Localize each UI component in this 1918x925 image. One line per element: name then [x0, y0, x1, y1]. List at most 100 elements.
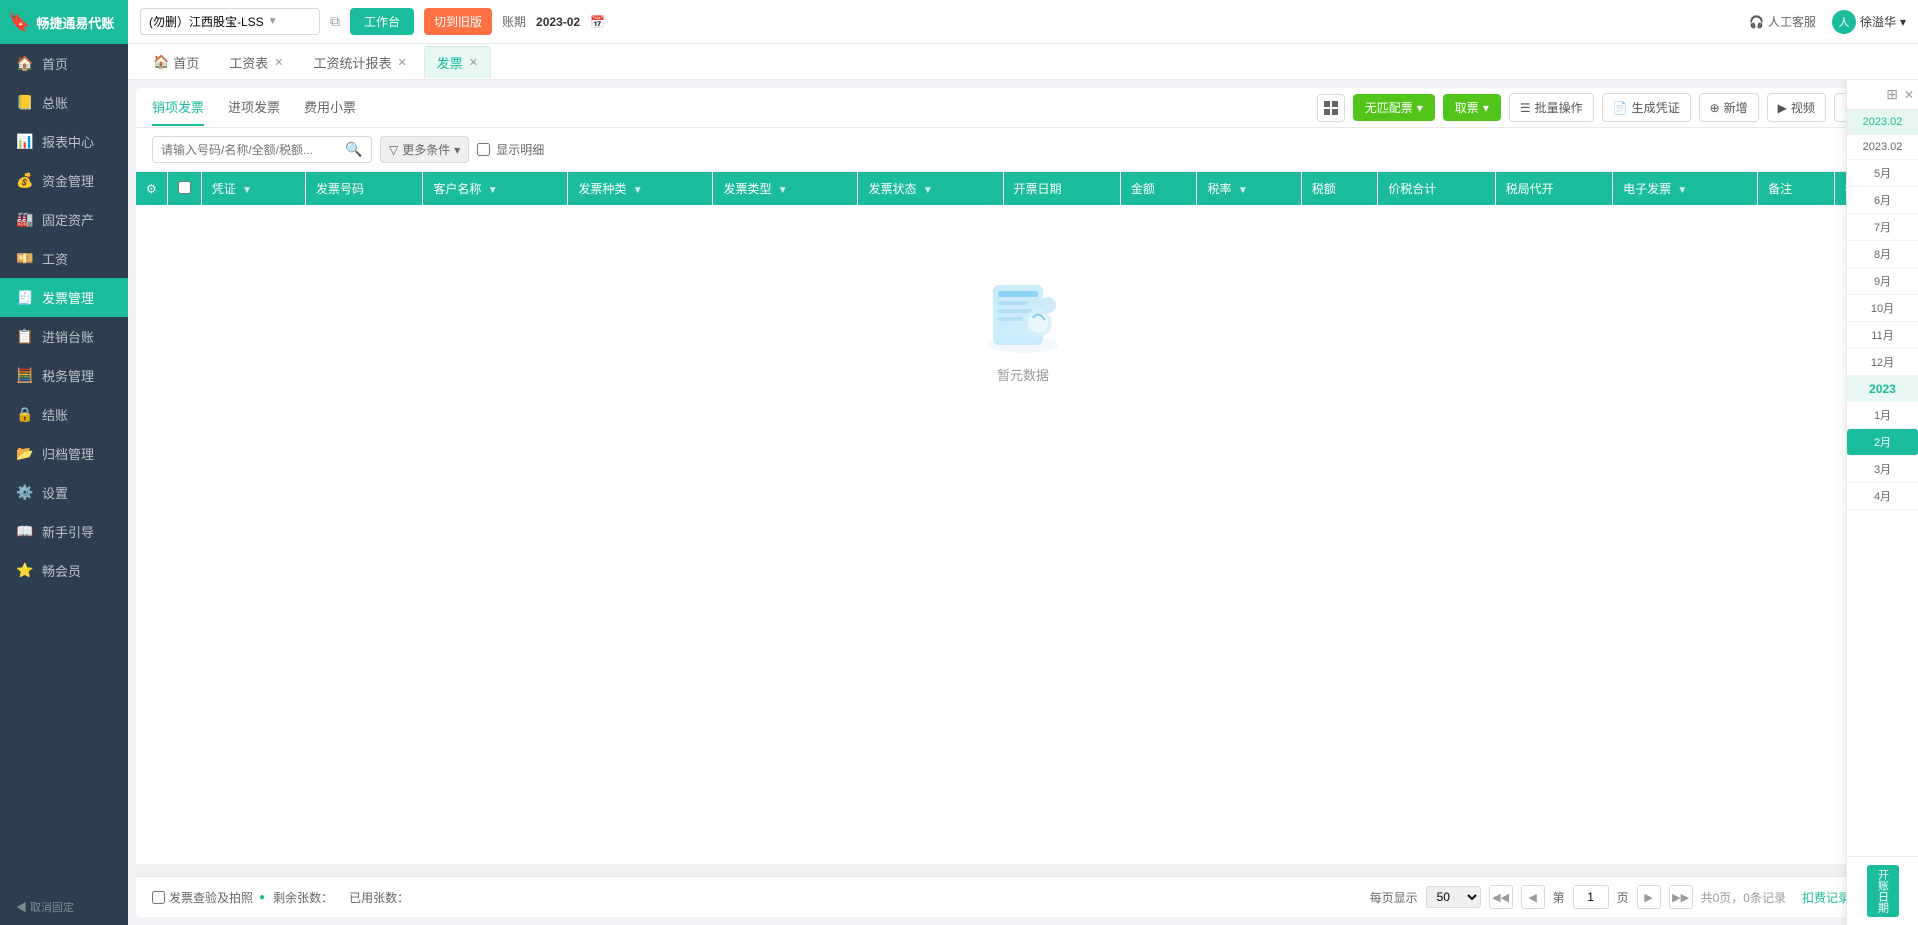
batch-op-button[interactable]: ☰ 批量操作: [1509, 93, 1594, 122]
voucher-icon: 📄: [1613, 101, 1628, 115]
filter-toolbar: 🔍 ▽ 更多条件 ▾ 显示明细: [136, 128, 1910, 172]
period-month-2023-1[interactable]: 1月: [1847, 402, 1918, 429]
select-all-checkbox[interactable]: [178, 181, 191, 194]
invoice-status-filter-icon[interactable]: ▼: [923, 185, 933, 196]
topbar-right: 🎧 人工客服 人 徐溢华 ▾: [1749, 10, 1906, 34]
empty-illustration: [963, 265, 1083, 365]
sidebar-item-ledger[interactable]: 📒 总账: [0, 83, 128, 122]
tax-rate-filter-icon[interactable]: ▼: [1238, 185, 1248, 196]
sidebar-item-member[interactable]: ⭐ 畅会员: [0, 551, 128, 590]
col-amount: 金额: [1120, 172, 1197, 205]
period-month-2022-7[interactable]: 7月: [1847, 214, 1918, 241]
pin-toggle[interactable]: ◀ 取消固定: [0, 889, 128, 925]
search-icon[interactable]: 🔍: [345, 141, 362, 158]
period-year-2023-header[interactable]: 2023: [1847, 376, 1918, 402]
tab-salary[interactable]: 工资表 ✕: [216, 46, 296, 78]
take-invoice-button[interactable]: 取票 ▾: [1443, 94, 1501, 121]
fee-record-link[interactable]: 扣费记录: [1802, 889, 1850, 906]
copy-icon[interactable]: ⧉: [330, 13, 340, 30]
customer-filter-icon[interactable]: ▼: [488, 185, 498, 196]
period-month-2022-12[interactable]: 12月: [1847, 349, 1918, 376]
period-month-2023-2[interactable]: 2月: [1847, 429, 1918, 456]
period-item-2023-02-2[interactable]: 2023.02: [1847, 135, 1918, 160]
sidebar-item-sales[interactable]: 📋 进销台账: [0, 317, 128, 356]
col-electronic: 电子发票 ▼: [1613, 172, 1758, 205]
workbench-button[interactable]: 工作台: [350, 8, 414, 35]
video-button[interactable]: ▶ 视频: [1767, 93, 1826, 122]
electronic-filter-icon[interactable]: ▼: [1677, 185, 1687, 196]
logo-icon: 🔖: [8, 12, 30, 33]
subtab-sales-invoice[interactable]: 销项发票: [152, 89, 204, 126]
search-input[interactable]: [161, 143, 341, 157]
period-month-2022-10[interactable]: 10月: [1847, 295, 1918, 322]
assets-icon: 🏭: [16, 211, 34, 228]
generate-voucher-button[interactable]: 📄 生成凭证: [1602, 93, 1691, 122]
new-invoice-button[interactable]: ⊕ 新增: [1699, 93, 1759, 122]
col-checkbox[interactable]: [167, 172, 201, 205]
sidebar-item-settings[interactable]: ⚙️ 设置: [0, 473, 128, 512]
period-month-2023-4[interactable]: 4月: [1847, 483, 1918, 510]
period-item-2023-02-1[interactable]: 2023.02: [1847, 110, 1918, 135]
company-selector[interactable]: (勿删）江西股宝-LSS ▼: [140, 8, 320, 35]
sidebar-item-guide[interactable]: 📖 新手引导: [0, 512, 128, 551]
user-service-button[interactable]: 🎧 人工客服: [1749, 13, 1816, 30]
col-settings[interactable]: ⚙: [136, 172, 167, 205]
layout-grid-button[interactable]: [1317, 94, 1345, 122]
invoice-cat-filter-icon[interactable]: ▼: [778, 185, 788, 196]
col-settings-icon[interactable]: ⚙: [146, 182, 157, 196]
no-invoice-button[interactable]: 无匹配票 ▾: [1353, 94, 1435, 121]
content-main: 销项发票 进项发票 费用小票: [136, 88, 1910, 917]
verify-input[interactable]: [152, 891, 165, 904]
calendar-icon[interactable]: 📅: [590, 15, 605, 29]
subtab-expense-receipt[interactable]: 费用小票: [304, 89, 356, 126]
col-invoice-no: 发票号码: [305, 172, 422, 205]
col-issue-date: 开票日期: [1003, 172, 1120, 205]
user-avatar-icon: 人: [1832, 10, 1856, 34]
ledger-icon: 📒: [16, 94, 34, 111]
sidebar-item-salary[interactable]: 💴 工资: [0, 239, 128, 278]
tab-salary-report[interactable]: 工资统计报表 ✕: [300, 46, 419, 78]
sidebar-item-invoice[interactable]: 🧾 发票管理: [0, 278, 128, 317]
expand-panel-icon[interactable]: ⊞: [1886, 86, 1898, 103]
user-dropdown-icon: ▾: [1900, 15, 1906, 29]
topbar: (勿删）江西股宝-LSS ▼ ⧉ 工作台 切到旧版 账期 2023-02 📅 🎧…: [128, 0, 1918, 44]
col-invoice-status: 发票状态 ▼: [858, 172, 1003, 205]
sidebar-item-fund[interactable]: 💰 资金管理: [0, 161, 128, 200]
tab-salary-report-close[interactable]: ✕: [397, 56, 406, 69]
sidebar-logo: 🔖 畅捷通易代账: [0, 0, 128, 44]
next-page-button[interactable]: ▶: [1637, 885, 1661, 909]
last-page-button[interactable]: ▶▶: [1669, 885, 1693, 909]
period-month-2022-5[interactable]: 5月: [1847, 160, 1918, 187]
period-month-2022-6[interactable]: 6月: [1847, 187, 1918, 214]
sidebar-item-assets[interactable]: 🏭 固定资产: [0, 200, 128, 239]
sidebar-item-tax[interactable]: 🧮 税务管理: [0, 356, 128, 395]
open-period-button[interactable]: 开账日期: [1847, 856, 1918, 925]
period-month-2022-8[interactable]: 8月: [1847, 241, 1918, 268]
period-month-2022-11[interactable]: 11月: [1847, 322, 1918, 349]
tab-home[interactable]: 🏠 首页: [140, 46, 212, 78]
show-detail-checkbox[interactable]: 显示明细: [477, 141, 544, 158]
tab-invoice-close[interactable]: ✕: [469, 56, 478, 69]
sidebar-item-archive[interactable]: 📂 归档管理: [0, 434, 128, 473]
tab-salary-close[interactable]: ✕: [274, 56, 283, 69]
period-month-2023-3[interactable]: 3月: [1847, 456, 1918, 483]
user-info[interactable]: 人 徐溢华 ▾: [1832, 10, 1906, 34]
tab-invoice[interactable]: 发票 ✕: [424, 46, 491, 78]
table-scrollbar[interactable]: [136, 864, 1910, 876]
show-detail-input[interactable]: [477, 143, 490, 156]
subtab-purchase-invoice[interactable]: 进项发票: [228, 89, 280, 126]
prev-page-button[interactable]: ◀: [1521, 885, 1545, 909]
first-page-button[interactable]: ◀◀: [1489, 885, 1513, 909]
sidebar-item-home[interactable]: 🏠 首页: [0, 44, 128, 83]
old-version-button[interactable]: 切到旧版: [424, 8, 492, 35]
sidebar-item-closing[interactable]: 🔒 结账: [0, 395, 128, 434]
verify-checkbox[interactable]: 发票查验及拍照 ●: [152, 889, 265, 906]
invoice-type-filter-icon[interactable]: ▼: [633, 185, 643, 196]
period-month-2022-9[interactable]: 9月: [1847, 268, 1918, 295]
page-input[interactable]: [1573, 885, 1609, 909]
sidebar-item-report[interactable]: 📊 报表中心: [0, 122, 128, 161]
voucher-filter-icon[interactable]: ▼: [242, 185, 252, 196]
more-conditions-button[interactable]: ▽ 更多条件 ▾: [380, 136, 469, 163]
per-page-select[interactable]: 50 10 20 100: [1426, 886, 1481, 908]
close-panel-button[interactable]: ✕: [1904, 88, 1914, 102]
